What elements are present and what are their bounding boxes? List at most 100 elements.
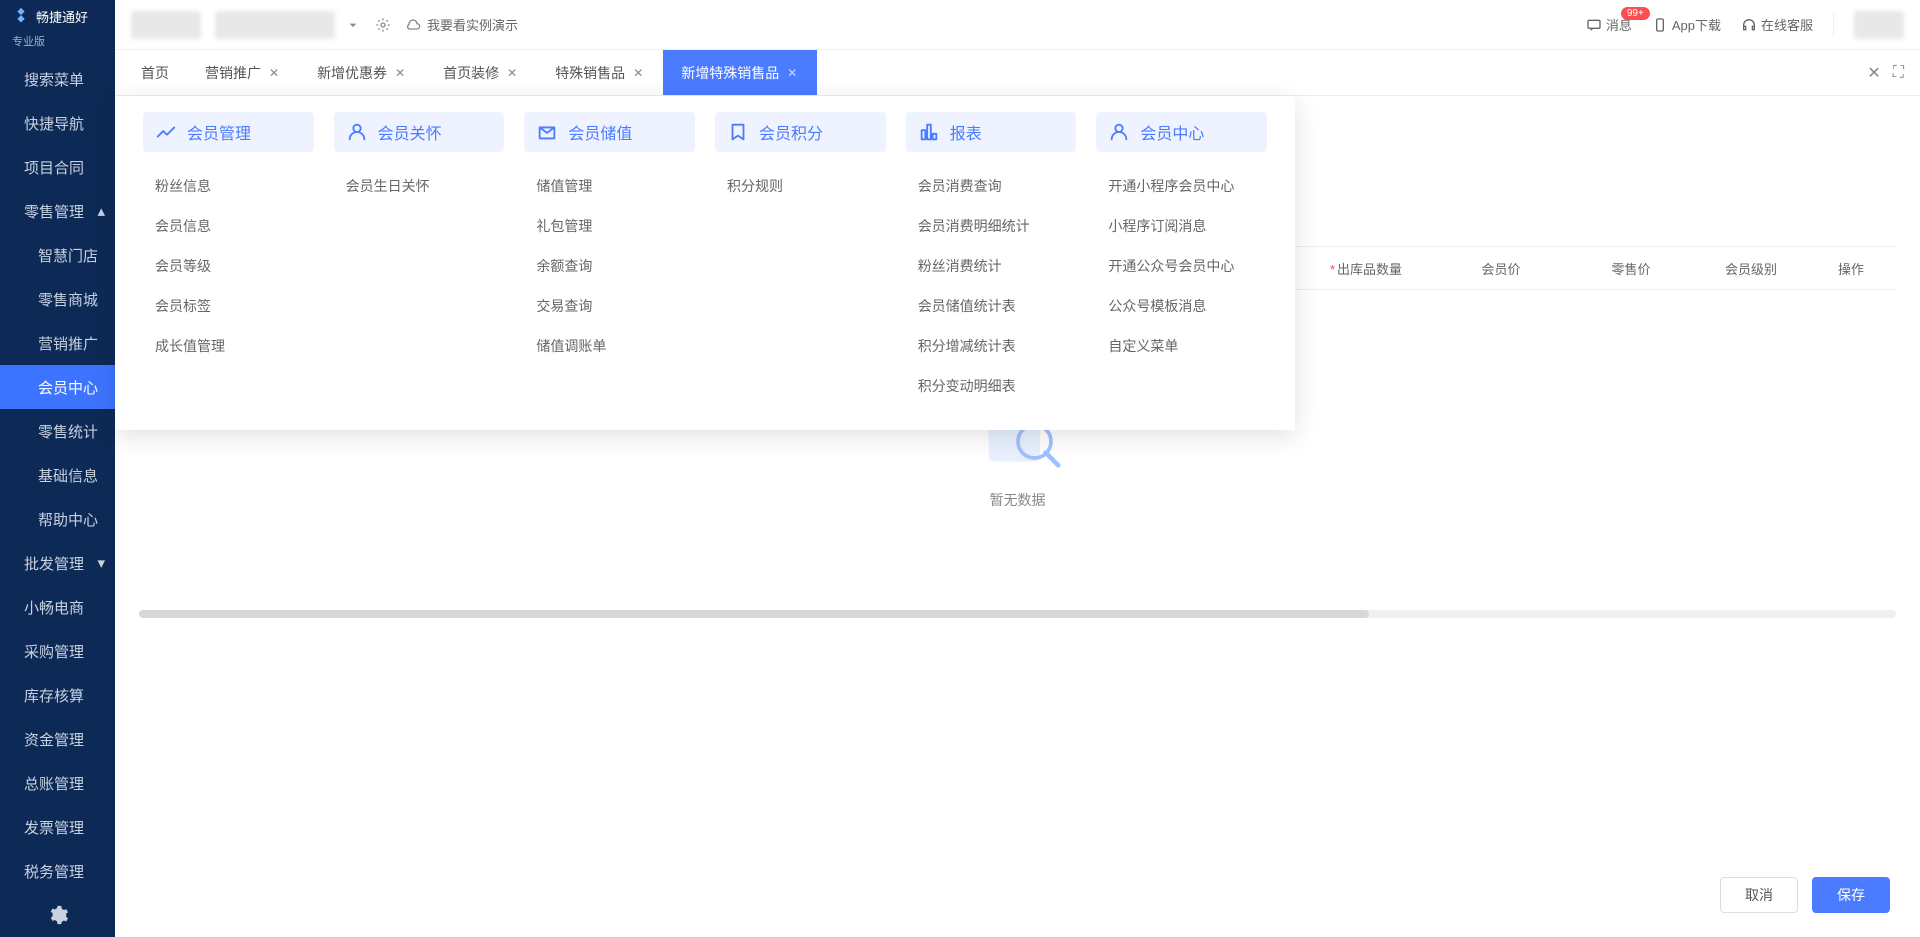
mega-link-4-2[interactable]: 粉丝消费统计 [906,246,1077,286]
sidebar-item-12[interactable]: 小畅电商 [0,585,115,629]
close-icon[interactable]: ✕ [267,66,281,80]
sidebar-item-0[interactable]: 搜索菜单 [0,57,115,101]
org-name-obscured [131,11,201,39]
sidebar-item-9[interactable]: 基础信息 [0,453,115,497]
mega-link-4-1[interactable]: 会员消费明细统计 [906,206,1077,246]
sidebar-item-10[interactable]: 帮助中心 [0,497,115,541]
close-icon[interactable]: ✕ [505,66,519,80]
sidebar-item-1[interactable]: 快捷导航 [0,101,115,145]
sidebar-item-3[interactable]: 零售管理▴ [0,189,115,233]
sidebar-item-17[interactable]: 发票管理 [0,805,115,849]
page-tabs: 首页营销推广✕新增优惠券✕首页装修✕特殊销售品✕新增特殊销售品✕ ✕ ⛶ [115,50,1920,96]
mega-link-4-0[interactable]: 会员消费查询 [906,166,1077,206]
sidebar-item-label: 智慧门店 [38,245,98,266]
tab-3[interactable]: 首页装修✕ [425,50,537,95]
scrollbar-thumb[interactable] [139,610,1369,618]
tab-4[interactable]: 特殊销售品 ✕ [537,50,663,95]
table-header-5[interactable]: 操作 [1806,259,1896,278]
tab-1[interactable]: 营销推广✕ [187,50,299,95]
mega-column-title: 会员关怀 [378,120,442,144]
sidebar-item-label: 零售商城 [38,289,98,310]
sidebar-item-13[interactable]: 采购管理 [0,629,115,673]
mega-link-5-0[interactable]: 开通小程序会员中心 [1096,166,1267,206]
mega-link-3-0[interactable]: 积分规则 [715,166,886,206]
table-header-4[interactable]: 会员级别 [1696,259,1806,278]
sidebar-item-label: 发票管理 [24,817,84,838]
mega-link-0-1[interactable]: 会员信息 [143,206,314,246]
cancel-button[interactable]: 取消 [1720,877,1798,913]
sidebar-item-8[interactable]: 零售统计 [0,409,115,453]
mega-link-4-3[interactable]: 会员储值统计表 [906,286,1077,326]
category-icon [1108,121,1130,143]
sidebar-item-15[interactable]: 资金管理 [0,717,115,761]
mega-link-1-0[interactable]: 会员生日关怀 [334,166,505,206]
tab-5[interactable]: 新增特殊销售品✕ [663,50,817,95]
mega-column-header[interactable]: 会员关怀 [334,112,505,152]
close-icon[interactable]: ✕ [393,66,407,80]
mega-link-2-2[interactable]: 余额查询 [524,246,695,286]
mega-link-5-1[interactable]: 小程序订阅消息 [1096,206,1267,246]
sidebar-item-11[interactable]: 批发管理▾ [0,541,115,585]
mega-link-0-2[interactable]: 会员等级 [143,246,314,286]
table-header-label: 操作 [1838,262,1864,277]
mega-link-5-2[interactable]: 开通公众号会员中心 [1096,246,1267,286]
demo-link[interactable]: 我要看实例演示 [405,15,518,34]
logo-icon [10,6,32,28]
sidebar-item-2[interactable]: 项目合同 [0,145,115,189]
sidebar-item-label: 快捷导航 [24,113,84,134]
tab-0[interactable]: 首页 [123,50,187,95]
sidebar-item-18[interactable]: 税务管理 [0,849,115,893]
mega-column-header[interactable]: 会员储值 [524,112,695,152]
horizontal-scrollbar[interactable] [139,610,1896,618]
category-icon [536,121,558,143]
message-button[interactable]: 消息 99+ [1586,15,1632,34]
mega-link-4-5[interactable]: 积分变动明细表 [906,366,1077,406]
mega-link-4-4[interactable]: 积分增减统计表 [906,326,1077,366]
user-avatar-obscured[interactable] [1854,11,1904,39]
mega-column-header[interactable]: 会员中心 [1096,112,1267,152]
sidebar-item-7[interactable]: 会员中心 [0,365,115,409]
close-icon[interactable]: ✕ [785,66,799,80]
mega-link-5-4[interactable]: 自定义菜单 [1096,326,1267,366]
tab-label: 特殊销售品 [555,63,625,83]
sidebar-item-16[interactable]: 总账管理 [0,761,115,805]
mega-link-2-0[interactable]: 储值管理 [524,166,695,206]
settings-small-icon[interactable] [375,17,391,33]
tab-close-all[interactable]: ✕ [1867,63,1880,83]
mega-link-0-0[interactable]: 粉丝信息 [143,166,314,206]
sidebar-item-6[interactable]: 营销推广 [0,321,115,365]
demo-link-label: 我要看实例演示 [427,15,518,34]
table-header-2[interactable]: 会员价 [1436,259,1566,278]
sidebar-settings[interactable] [0,893,115,937]
app-download-button[interactable]: App下载 [1652,15,1721,34]
close-icon[interactable]: ✕ [631,66,645,80]
sidebar-item-14[interactable]: 库存核算 [0,673,115,717]
top-header: 我要看实例演示 消息 99+ App下载 在线客服 [115,0,1920,50]
tab-label: 新增优惠券 [317,63,387,83]
sidebar-item-5[interactable]: 零售商城 [0,277,115,321]
mega-link-0-4[interactable]: 成长值管理 [143,326,314,366]
save-button[interactable]: 保存 [1812,877,1890,913]
mega-column-4: 报表会员消费查询会员消费明细统计粉丝消费统计会员储值统计表积分增减统计表积分变动… [896,112,1087,406]
category-icon [918,121,940,143]
table-header-3[interactable]: 零售价 [1566,259,1696,278]
tab-2[interactable]: 新增优惠券 ✕ [299,50,425,95]
mega-link-2-3[interactable]: 交易查询 [524,286,695,326]
table-header-1[interactable]: *出库品数量 [1296,259,1436,278]
mega-link-2-4[interactable]: 储值调账单 [524,326,695,366]
mega-link-5-3[interactable]: 公众号模板消息 [1096,286,1267,326]
mega-link-2-1[interactable]: 礼包管理 [524,206,695,246]
org-switcher[interactable] [215,11,361,39]
fullscreen-toggle[interactable]: ⛶ [1893,64,1904,82]
brand-name: 畅捷通好 [36,7,88,26]
mega-column-header[interactable]: 会员管理 [143,112,314,152]
mega-link-0-3[interactable]: 会员标签 [143,286,314,326]
category-icon [727,121,749,143]
mega-column-2: 会员储值储值管理礼包管理余额查询交易查询储值调账单 [514,112,705,406]
table-header-label: 出库品数量 [1337,262,1402,277]
sidebar-item-4[interactable]: 智慧门店 [0,233,115,277]
mega-column-header[interactable]: 报表 [906,112,1077,152]
sidebar-item-label: 批发管理 [24,553,84,574]
mega-column-header[interactable]: 会员积分 [715,112,886,152]
online-service-button[interactable]: 在线客服 [1741,15,1813,34]
